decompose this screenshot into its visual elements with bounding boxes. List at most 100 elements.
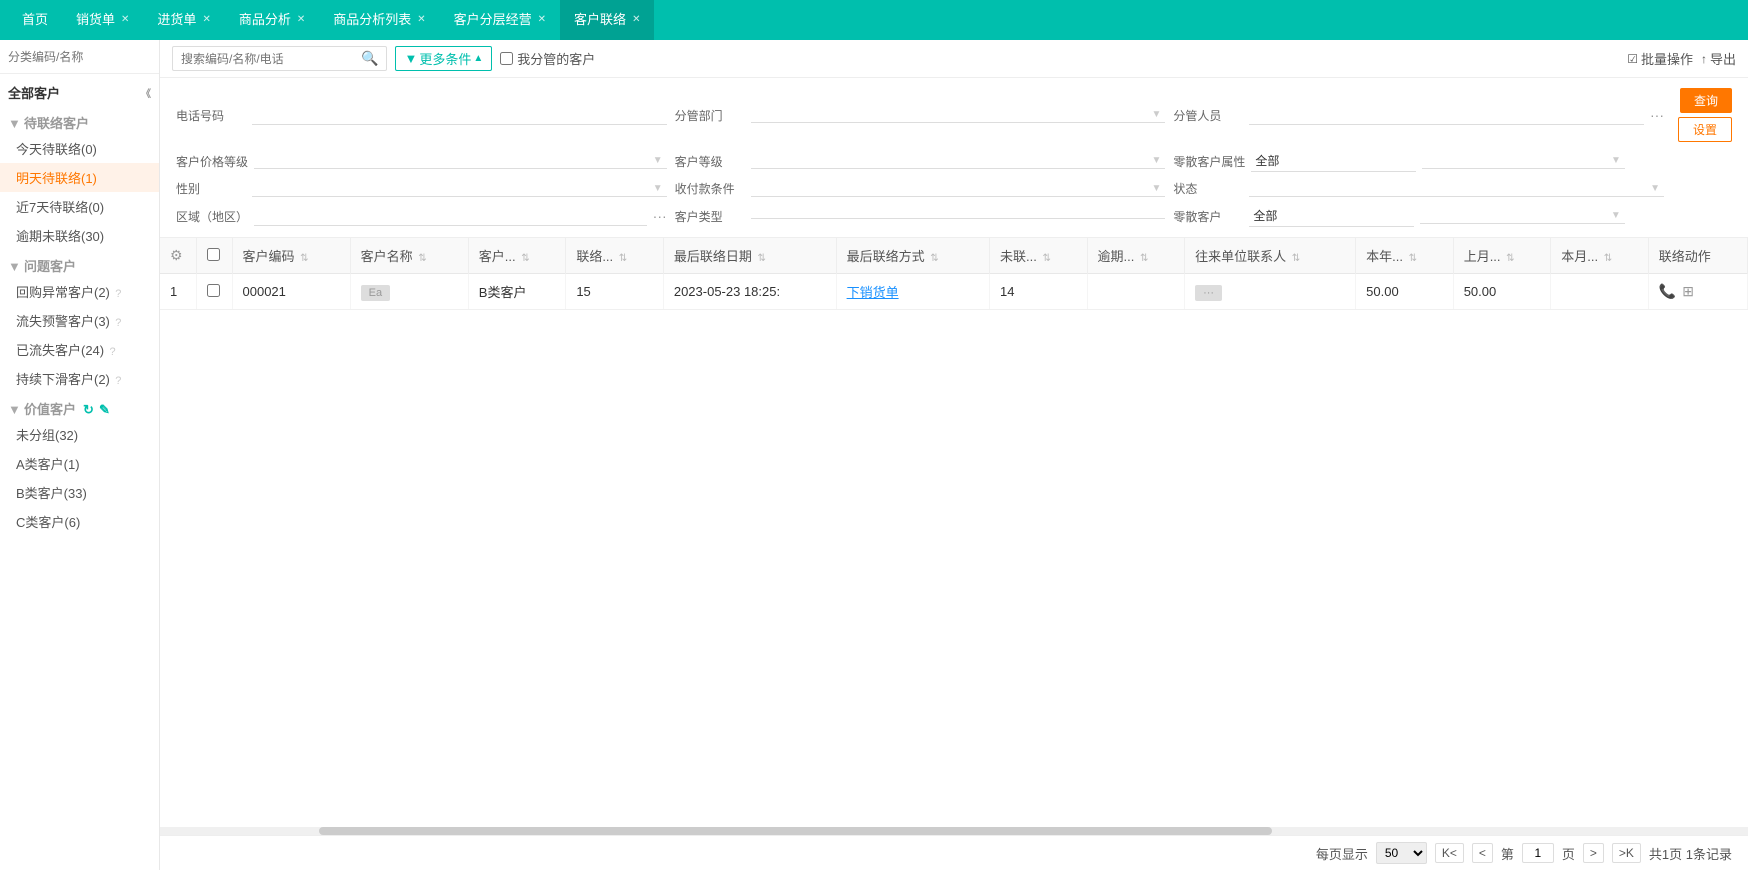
nav-product-analysis-list-close[interactable]: ✕	[417, 0, 425, 40]
customer-code-sort-icon[interactable]: ⇅	[300, 253, 308, 264]
sidebar-7day-contact[interactable]: 近7天待联络(0)	[0, 192, 159, 221]
last-month-sort-icon[interactable]: ⇅	[1506, 253, 1514, 264]
prev-page-btn[interactable]: <	[1472, 843, 1493, 863]
sidebar-declining[interactable]: 持续下滑客户(2) ?	[0, 364, 159, 393]
row-last-contact-method: 下销货单	[836, 274, 989, 310]
last-contact-date-sort-icon[interactable]: ⇅	[757, 253, 765, 264]
sidebar-tomorrow-contact[interactable]: 明天待联络(1)	[0, 163, 159, 192]
page-size-select[interactable]: 50 100 200	[1376, 842, 1427, 864]
nav-home[interactable]: 首页	[8, 0, 62, 40]
export-btn[interactable]: ↑ 导出	[1701, 49, 1736, 68]
sidebar-ungrouped[interactable]: 未分组(32)	[0, 420, 159, 449]
edit-icon[interactable]: ✎	[99, 402, 110, 417]
sidebar-c-customers[interactable]: C类客户(6)	[0, 507, 159, 536]
grid-action-icon[interactable]: ⊞	[1682, 283, 1694, 300]
sidebar-collapse-icon: 《	[141, 85, 151, 100]
sidebar-churn-warning[interactable]: 流失预警客户(3) ?	[0, 306, 159, 335]
row-select-checkbox[interactable]	[207, 284, 220, 297]
filter-payment-terms-select[interactable]: ▼	[751, 181, 1166, 197]
sidebar-today-contact[interactable]: 今天待联络(0)	[0, 134, 159, 163]
export-icon: ↑	[1701, 52, 1707, 66]
filter-manager-input[interactable]	[1249, 106, 1644, 125]
nav-sales-order-close[interactable]: ✕	[121, 0, 129, 40]
filter-retail-attr-label: 零散客户属性	[1173, 153, 1245, 170]
region-dots-icon[interactable]: ···	[653, 208, 667, 224]
horizontal-scrollbar[interactable]	[160, 827, 1748, 835]
nav-product-analysis[interactable]: 商品分析 ✕	[225, 0, 319, 40]
sidebar-all-customers[interactable]: 全部客户 《	[0, 78, 159, 107]
nav-customer-contact[interactable]: 客户联络 ✕	[560, 0, 654, 40]
sidebar-abnormal-repurchase[interactable]: 回购异常客户(2) ?	[0, 277, 159, 306]
last-page-btn[interactable]: >K	[1612, 843, 1641, 863]
filter-row-1: 电话号码 分管部门 ▼ 分管人员 ··· 查询 设置	[176, 88, 1732, 142]
filter-customer-type-label: 客户类型	[675, 208, 745, 225]
customer-name-sort-icon[interactable]: ⇅	[418, 253, 426, 264]
nav-sales-order[interactable]: 销货单 ✕	[62, 0, 143, 40]
uncontact-sort-icon[interactable]: ⇅	[1042, 253, 1050, 264]
nav-sales-order-label: 销货单	[76, 0, 115, 40]
search-input[interactable]	[181, 52, 361, 66]
page-size-label: 每页显示	[1316, 844, 1368, 863]
nav-customer-segmentation-close[interactable]: ✕	[538, 0, 546, 40]
customer-type-sort-icon[interactable]: ⇅	[521, 253, 529, 264]
row-uncontact-days: 14	[990, 274, 1088, 310]
filter-price-grade-select[interactable]: ▼	[254, 153, 667, 169]
manager-dots-icon[interactable]: ···	[1650, 107, 1664, 123]
sidebar-search-input[interactable]	[8, 50, 160, 64]
row-contact-person: ···	[1185, 274, 1356, 310]
filter-gender-select[interactable]: ▼	[252, 181, 667, 197]
nav-purchase-order[interactable]: 进货单 ✕	[143, 0, 224, 40]
nav-customer-segmentation[interactable]: 客户分层经营 ✕	[440, 0, 560, 40]
gender-chevron-icon: ▼	[653, 183, 663, 194]
next-page-btn[interactable]: >	[1583, 843, 1604, 863]
filter-phone-input[interactable]	[252, 106, 667, 125]
filter-dept-select[interactable]: ▼	[751, 107, 1166, 123]
first-page-btn[interactable]: K<	[1435, 843, 1464, 863]
nav-product-analysis-list[interactable]: 商品分析列表 ✕	[319, 0, 439, 40]
7day-contact-label: 近7天待联络(0)	[16, 200, 104, 215]
overdue-sort-icon[interactable]: ⇅	[1140, 253, 1148, 264]
my-customers-checkbox-wrap: 我分管的客户	[500, 49, 595, 68]
filter-row-3: 性别 ▼ 收付款条件 ▼ 状态	[176, 180, 1732, 197]
more-conditions-btn[interactable]: ▼ 更多条件 ▲	[395, 46, 492, 71]
retail-attr-chevron-icon: ▼	[1611, 155, 1621, 166]
customer-table: ⚙ 客户编码 ⇅ 客户名称 ⇅	[160, 238, 1748, 310]
refresh-icon[interactable]: ↻	[83, 402, 94, 417]
this-year-sort-icon[interactable]: ⇅	[1409, 253, 1417, 264]
contact-count-sort-icon[interactable]: ⇅	[619, 253, 627, 264]
phone-action-icon[interactable]: 📞	[1659, 283, 1676, 300]
filter-region-input[interactable]	[254, 207, 647, 226]
contact-person-sort-icon[interactable]: ⇅	[1292, 253, 1300, 264]
last-contact-method-sort-icon[interactable]: ⇅	[930, 253, 938, 264]
sidebar-value-group-label: ▼ 价值客户 ↻ ✎	[0, 393, 159, 420]
table-settings-icon[interactable]: ⚙	[170, 247, 183, 263]
filter-retail-customer-select[interactable]: ▼	[1420, 208, 1624, 224]
select-all-checkbox[interactable]	[207, 248, 220, 261]
sidebar-overdue-contact[interactable]: 逾期未联络(30)	[0, 221, 159, 250]
batch-ops-btn[interactable]: ☑ 批量操作	[1627, 49, 1693, 68]
filter-dept-label: 分管部门	[675, 107, 745, 124]
col-overdue-label: 逾期...	[1098, 249, 1135, 264]
sidebar: 🔍 全部客户 《 ▼ 待联络客户 今天待联络(0) 明天待联络(1) 近7天待联…	[0, 40, 160, 870]
search-button[interactable]: 🔍	[361, 50, 378, 67]
nav-product-analysis-close[interactable]: ✕	[297, 0, 305, 40]
sidebar-a-customers[interactable]: A类客户(1)	[0, 449, 159, 478]
this-month-sort-icon[interactable]: ⇅	[1604, 253, 1612, 264]
filter-customer-type-select[interactable]	[751, 214, 1166, 219]
filter-retail-attr-select[interactable]: ▼	[1422, 153, 1625, 169]
page-number-input[interactable]	[1522, 843, 1554, 863]
my-customers-checkbox[interactable]	[500, 52, 513, 65]
settings-button[interactable]: 设置	[1678, 117, 1732, 142]
sidebar-b-customers[interactable]: B类客户(33)	[0, 478, 159, 507]
last-contact-link[interactable]: 下销货单	[847, 285, 899, 300]
sidebar-churned[interactable]: 已流失客户(24) ?	[0, 335, 159, 364]
filter-dept: 分管部门 ▼	[675, 107, 1166, 124]
nav-purchase-order-close[interactable]: ✕	[202, 0, 210, 40]
nav-customer-contact-close[interactable]: ✕	[632, 0, 640, 40]
c-customers-label: C类客户(6)	[16, 515, 80, 530]
query-button[interactable]: 查询	[1680, 88, 1732, 113]
filter-grade-select[interactable]: ▼	[751, 153, 1166, 169]
nav-customer-contact-label: 客户联络	[574, 0, 626, 40]
col-customer-code-label: 客户编码	[243, 249, 295, 264]
filter-status-select[interactable]: ▼	[1249, 181, 1664, 197]
